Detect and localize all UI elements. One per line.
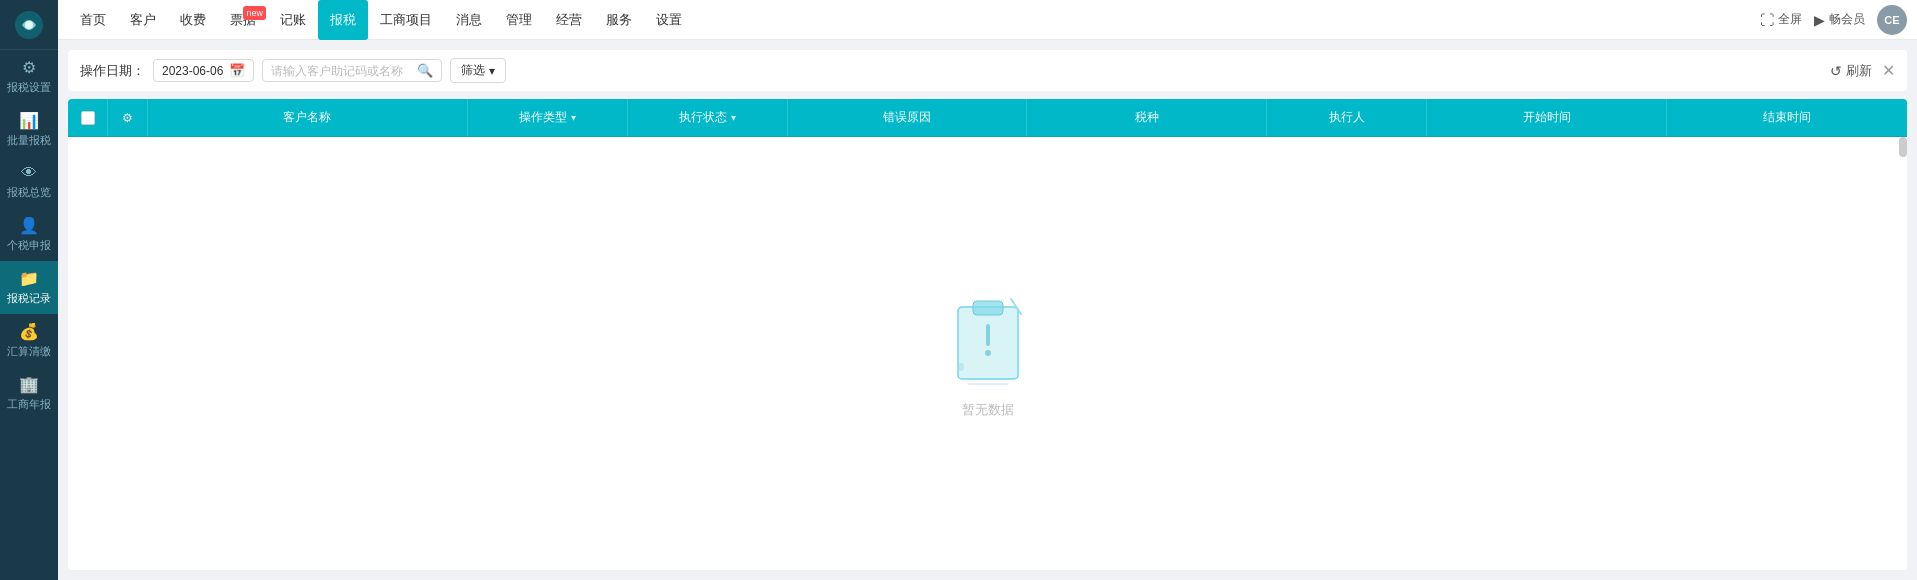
member-btn[interactable]: ▶ 畅会员 [1814,11,1865,28]
th-operation-type[interactable]: 操作类型 ▾ [468,99,628,136]
th-executor: 执行人 [1267,99,1427,136]
table-container: ⚙ 客户名称 操作类型 ▾ 执行状态 ▾ 错误原因 税种 [68,99,1907,570]
topnav-items: 首页 客户 收费 票据 new 记账 报税 工商项目 消息 [68,0,1760,40]
empty-illustration [943,289,1033,389]
filter-button[interactable]: 筛选 ▾ [450,58,506,83]
date-picker[interactable]: 2023-06-06 📅 [153,59,254,82]
sidebar-item-baoshuishezhi[interactable]: ⚙ 报税设置 [0,50,58,103]
sidebar-item-geshuishenbaoo[interactable]: 👤 个税申报 [0,208,58,261]
calendar-icon: 📅 [229,63,245,78]
nav-item-fuwu[interactable]: 服务 [594,0,644,40]
nav-item-shezhi[interactable]: 设置 [644,0,694,40]
sidebar-item-huisuanqingsuan[interactable]: 💰 汇算清缴 [0,314,58,367]
baoshuishezhi-icon: ⚙ [22,58,36,77]
refresh-icon: ↺ [1830,63,1842,79]
settings-icon: ⚙ [122,111,133,125]
table-header: ⚙ 客户名称 操作类型 ▾ 执行状态 ▾ 错误原因 税种 [68,99,1907,137]
header-checkbox[interactable] [81,111,95,125]
sidebar: ⚙ 报税设置 📊 批量报税 👁 报税总览 👤 个税申报 📁 报税记录 💰 汇算清… [0,0,58,580]
search-box: 🔍 [262,59,442,82]
chevron-down-icon: ▾ [489,64,495,78]
svg-marker-9 [1008,297,1015,303]
th-settings[interactable]: ⚙ [108,99,148,136]
close-button[interactable]: ✕ [1882,61,1895,80]
sidebar-item-baoshuijilu[interactable]: 📁 报税记录 [0,261,58,314]
nav-item-shoufei[interactable]: 收费 [168,0,218,40]
sidebar-item-gongshangnianbaoo[interactable]: 🏢 工商年报 [0,367,58,420]
th-customer-name: 客户名称 [148,99,468,136]
user-avatar[interactable]: CE [1877,5,1907,35]
th-tax-type: 税种 [1027,99,1267,136]
th-end-time: 结束时间 [1667,99,1907,136]
table-body: 暂无数据 [68,137,1907,570]
toolbar: 操作日期： 2023-06-06 📅 🔍 筛选 ▾ ↺ 刷新 ✕ [68,50,1907,91]
svg-point-10 [958,363,964,371]
sidebar-logo [0,0,58,50]
content: 操作日期： 2023-06-06 📅 🔍 筛选 ▾ ↺ 刷新 ✕ [58,40,1917,580]
gongshangnianbaoo-icon: 🏢 [19,375,39,394]
svg-rect-4 [973,301,1003,315]
empty-text: 暂无数据 [962,401,1014,419]
date-label: 操作日期： [80,62,145,80]
search-input[interactable] [271,64,417,78]
exec-status-filter-icon: ▾ [731,112,736,123]
fullscreen-btn[interactable]: ⛶ 全屏 [1760,11,1802,28]
baoshuizonglan-icon: 👁 [21,164,37,182]
topnav-right: ⛶ 全屏 ▶ 畅会员 CE [1760,5,1907,35]
th-exec-status[interactable]: 执行状态 ▾ [628,99,788,136]
main-area: 首页 客户 收费 票据 new 记账 报税 工商项目 消息 [58,0,1917,580]
nav-item-xiaoxi[interactable]: 消息 [444,0,494,40]
th-error-reason: 错误原因 [788,99,1028,136]
baoshuijilu-icon: 📁 [19,269,39,288]
nav-item-customer[interactable]: 客户 [118,0,168,40]
th-start-time: 开始时间 [1427,99,1667,136]
sidebar-item-baoshuizonglan[interactable]: 👁 报税总览 [0,156,58,208]
nav-item-piaoju[interactable]: 票据 new [218,0,268,40]
nav-item-jizhang[interactable]: 记账 [268,0,318,40]
search-icon[interactable]: 🔍 [417,63,433,78]
member-icon: ▶ [1814,12,1825,28]
svg-point-7 [985,350,991,356]
geshuishenbao-icon: 👤 [19,216,39,235]
huisuanqingsuan-icon: 💰 [19,322,39,341]
topnav: 首页 客户 收费 票据 new 记账 报税 工商项目 消息 [58,0,1917,40]
sidebar-item-pilianbaoshui[interactable]: 📊 批量报税 [0,103,58,156]
scrollbar[interactable] [1899,137,1907,157]
nav-item-home[interactable]: 首页 [68,0,118,40]
toolbar-right: ↺ 刷新 ✕ [1830,61,1895,80]
empty-state: 暂无数据 [943,289,1033,419]
nav-item-jingying[interactable]: 经营 [544,0,594,40]
pilianbaoshui-icon: 📊 [19,111,39,130]
fullscreen-icon: ⛶ [1760,12,1774,28]
nav-item-guanli[interactable]: 管理 [494,0,544,40]
nav-item-gongshang[interactable]: 工商项目 [368,0,444,40]
th-checkbox[interactable] [68,99,108,136]
svg-point-1 [25,21,33,29]
nav-item-baoshui[interactable]: 报税 [318,0,368,40]
new-badge: new [243,6,266,20]
refresh-button[interactable]: ↺ 刷新 [1830,62,1872,80]
operation-type-filter-icon: ▾ [571,112,576,123]
svg-rect-6 [986,324,990,346]
